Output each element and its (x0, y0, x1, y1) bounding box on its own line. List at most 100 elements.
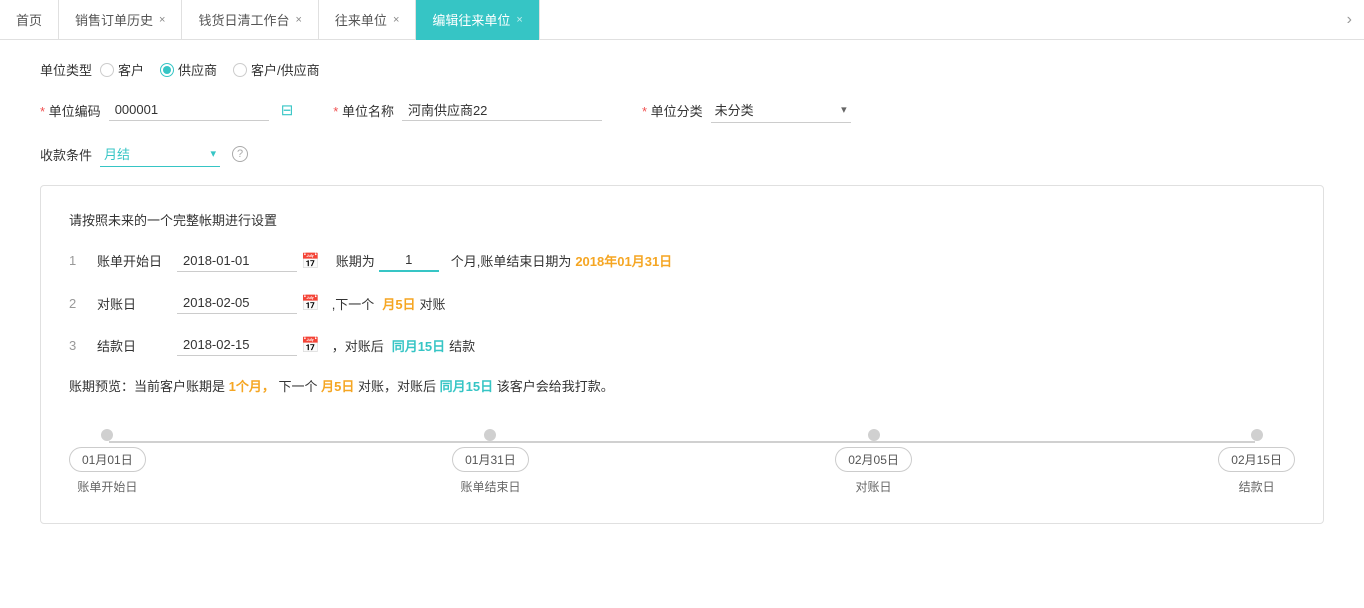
timeline-label-1: 账单结束日 (460, 478, 520, 495)
tab-edit-partner-unit[interactable]: 编辑往来单位 × (416, 0, 539, 40)
step-desc-2-suffix: 对账 (420, 294, 446, 313)
unit-name-input[interactable] (402, 99, 602, 121)
radio-both[interactable]: 客户/供应商 (233, 60, 320, 79)
unit-type-radio-group: 客户 供应商 客户/供应商 (100, 60, 320, 79)
unit-category-label: 单位分类 (642, 101, 703, 120)
timeline-dot-3 (1251, 429, 1263, 441)
timeline-date-1: 01月31日 (452, 447, 529, 472)
unit-name-item: 单位名称 (333, 99, 602, 121)
unit-name-label: 单位名称 (333, 101, 394, 120)
timeline-items: 01月01日 账单开始日 01月31日 账单结束日 02月05日 对账日 02月… (69, 429, 1295, 495)
tab-partner-unit-close[interactable]: × (393, 14, 399, 26)
tab-partner-unit-label: 往来单位 (335, 10, 387, 29)
unit-type-row: 单位类型 客户 供应商 客户/供应商 (40, 60, 1324, 79)
timeline-label-3: 结款日 (1239, 478, 1275, 495)
timeline-dot-0 (101, 429, 113, 441)
step-label-2: 对账日 (97, 294, 177, 313)
unit-code-item: 单位编码 ⊟ (40, 99, 293, 121)
timeline-item-0: 01月01日 账单开始日 (69, 429, 146, 495)
unit-info-row: 单位编码 ⊟ 单位名称 单位分类 未分类 ▾ (40, 97, 1324, 123)
preview-reconcile-highlight: 月5日 (321, 379, 354, 394)
timeline-label-0: 账单开始日 (77, 478, 137, 495)
preview-reconcile-suffix: 对账，对账后 (358, 379, 436, 394)
timeline-wrap: 01月01日 账单开始日 01月31日 账单结束日 02月05日 对账日 02月… (69, 413, 1295, 503)
radio-supplier[interactable]: 供应商 (160, 60, 217, 79)
radio-both-label: 客户/供应商 (251, 60, 320, 79)
timeline-item-3: 02月15日 结款日 (1218, 429, 1295, 495)
step-end-date: 2018年01月31日 (575, 251, 672, 270)
radio-customer[interactable]: 客户 (100, 60, 144, 79)
radio-supplier-label: 供应商 (178, 60, 217, 79)
help-icon[interactable]: ? (232, 146, 248, 162)
unit-category-value: 未分类 (715, 100, 837, 119)
timeline-label-2: 对账日 (856, 478, 892, 495)
timeline-date-0: 01月01日 (69, 447, 146, 472)
step-date-input-2[interactable] (177, 292, 297, 314)
step-row-3: 3 结款日 📅 ，对账后 同月15日 结款 (69, 334, 1295, 356)
tab-home[interactable]: 首页 (0, 0, 59, 40)
step-period-input[interactable] (379, 249, 439, 272)
timeline-date-2: 02月05日 (835, 447, 912, 472)
preview-payment-highlight: 同月15日 (440, 379, 493, 394)
tab-partner-unit[interactable]: 往来单位 × (319, 0, 416, 40)
step-desc-3-prefix: ，对账后 (332, 336, 384, 355)
tabs-bar: 首页 销售订单历史 × 钱货日清工作台 × 往来单位 × 编辑往来单位 × › (0, 0, 1364, 40)
step-label-1: 账单开始日 (97, 251, 177, 270)
unit-category-select[interactable]: 未分类 ▾ (711, 97, 851, 123)
payment-terms-label: 收款条件 (40, 145, 92, 164)
payment-terms-value: 月结 (104, 144, 206, 163)
tab-edit-partner-unit-close[interactable]: × (516, 14, 522, 26)
unit-type-item: 单位类型 客户 供应商 客户/供应商 (40, 60, 320, 79)
preview-reconcile-prefix: 下一个 (279, 379, 318, 394)
tab-cash-goods-workbench-label: 钱货日清工作台 (198, 10, 289, 29)
calendar-icon-2[interactable]: 📅 (301, 294, 320, 312)
step-date-input-3[interactable] (177, 334, 297, 356)
preview-period: 1个月， (229, 379, 275, 394)
preview-payment-suffix: 该客户会给我打款。 (497, 379, 614, 394)
calendar-icon-1[interactable]: 📅 (301, 252, 320, 270)
timeline-dot-2 (868, 429, 880, 441)
payment-terms-item: 收款条件 月结 ▾ ? (40, 141, 248, 167)
calendar-icon-3[interactable]: 📅 (301, 336, 320, 354)
radio-customer-circle (100, 63, 114, 77)
tab-home-label: 首页 (16, 10, 42, 29)
tab-sales-order-history-close[interactable]: × (159, 14, 165, 26)
timeline-item-1: 01月31日 账单结束日 (452, 429, 529, 495)
timeline-date-3: 02月15日 (1218, 447, 1295, 472)
step-row-1: 1 账单开始日 📅 账期为 个月,账单结束日期为 2018年01月31日 (69, 249, 1295, 272)
step-reconcile-highlight: 月5日 (382, 294, 415, 313)
tab-cash-goods-workbench-close[interactable]: × (295, 14, 301, 26)
card-instruction: 请按照未来的一个完整帐期进行设置 (69, 210, 1295, 229)
step-desc-3-suffix: 结款 (449, 336, 475, 355)
radio-both-circle (233, 63, 247, 77)
tabs-more-button[interactable]: › (1335, 0, 1364, 40)
preview-label: 账期预览：当前客户账期是 (69, 379, 225, 394)
step-desc-2-prefix: ,下一个 (332, 294, 375, 313)
step-num-2: 2 (69, 296, 97, 311)
step-row-2: 2 对账日 📅 ,下一个 月5日 对账 (69, 292, 1295, 314)
unit-code-input[interactable] (109, 99, 269, 121)
tab-sales-order-history[interactable]: 销售订单历史 × (59, 0, 182, 40)
tab-cash-goods-workbench[interactable]: 钱货日清工作台 × (182, 0, 318, 40)
unit-category-arrow-icon: ▾ (841, 103, 847, 116)
step-date-input-1[interactable] (177, 250, 297, 272)
tab-sales-order-history-label: 销售订单历史 (75, 10, 153, 29)
step-payment-highlight: 同月15日 (392, 336, 445, 355)
unit-code-label: 单位编码 (40, 101, 101, 120)
step-desc-1-suffix: 个月,账单结束日期为 (451, 251, 572, 270)
tab-edit-partner-unit-label: 编辑往来单位 (432, 10, 510, 29)
payment-terms-select[interactable]: 月结 ▾ (100, 141, 220, 167)
step-desc-1-prefix: 账期为 (336, 251, 375, 270)
step-label-3: 结款日 (97, 336, 177, 355)
timeline-item-2: 02月05日 对账日 (835, 429, 912, 495)
card-section: 请按照未来的一个完整帐期进行设置 1 账单开始日 📅 账期为 个月,账单结束日期… (40, 185, 1324, 524)
main-content: 单位类型 客户 供应商 客户/供应商 单位编码 ⊟ (0, 40, 1364, 608)
step-num-3: 3 (69, 338, 97, 353)
radio-supplier-circle (160, 63, 174, 77)
account-preview: 账期预览：当前客户账期是 1个月， 下一个 月5日 对账，对账后 同月15日 该… (69, 376, 1295, 395)
copy-icon[interactable]: ⊟ (281, 101, 294, 119)
payment-terms-arrow-icon: ▾ (210, 147, 216, 160)
unit-category-item: 单位分类 未分类 ▾ (642, 97, 851, 123)
payment-terms-row: 收款条件 月结 ▾ ? (40, 141, 1324, 167)
unit-type-label: 单位类型 (40, 60, 92, 79)
